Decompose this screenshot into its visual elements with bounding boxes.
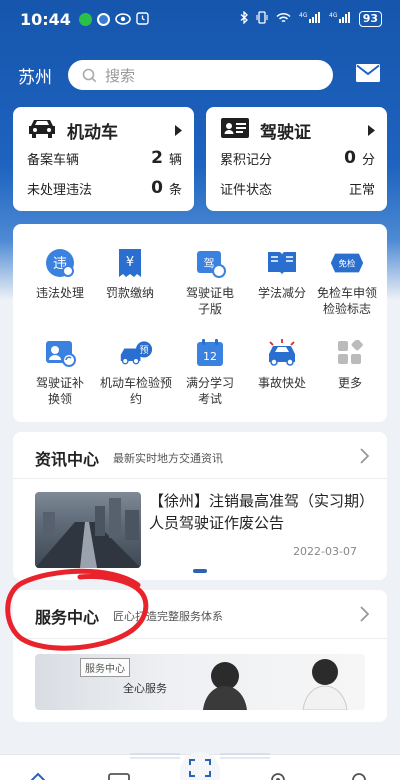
more-icon: [333, 336, 367, 370]
service-banner-text: 全心服务: [123, 682, 167, 695]
license-row-points: 累积记分 0 分: [220, 148, 375, 168]
service-violation[interactable]: 违 违法处理: [23, 246, 97, 301]
arrow-right-icon: [367, 121, 375, 140]
service-more[interactable]: 更多: [313, 336, 387, 391]
bluetooth-icon: [240, 10, 248, 27]
inspection-icon: 预: [119, 336, 153, 370]
vehicle-card-title: 机动车: [67, 122, 118, 143]
license-row-status: 证件状态 正常: [220, 182, 375, 198]
license-card-title: 驾驶证: [260, 122, 311, 143]
home-icon[interactable]: [28, 769, 48, 780]
service-license-renew[interactable]: 驾驶证补换领: [23, 336, 97, 407]
news-thumbnail[interactable]: [35, 492, 141, 568]
fine-icon: ¥: [113, 246, 147, 280]
accident-icon: [265, 336, 299, 370]
search-icon: [82, 68, 97, 82]
license-card[interactable]: 驾驶证 累积记分 0 分 证件状态 正常: [206, 107, 387, 211]
vehicle-row-violations: 未处理违法 0 条: [27, 178, 182, 198]
chevron-right-icon[interactable]: [360, 448, 370, 468]
service-inspection[interactable]: 预 机动车检验预约: [99, 336, 173, 407]
mail-icon[interactable]: [355, 63, 381, 87]
id-card-icon: [220, 117, 250, 143]
wechat-icon: [78, 12, 92, 26]
news-item-title[interactable]: 【徐州】注销最高准驾（实习期）人员驾驶证作废公告: [149, 490, 371, 534]
search-row: 苏州 搜索: [0, 58, 400, 92]
news-subtitle: 最新实时地方交通资讯: [113, 452, 224, 465]
e-license-icon: 驾: [193, 246, 227, 280]
city-selector[interactable]: 苏州: [18, 63, 60, 88]
service-center-title: 服务中心: [35, 608, 100, 627]
signal-icon-2: 4G: [329, 11, 351, 27]
app-notification-icon: [96, 12, 110, 26]
status-bar: 10:44 4G 4G 93: [0, 0, 400, 38]
svg-text:预: 预: [140, 345, 149, 356]
vehicle-row-registered: 备案车辆 2 辆: [27, 148, 182, 168]
status-time: 10:44: [20, 9, 71, 29]
service-banner-badge: 服务中心: [80, 658, 130, 677]
search-input[interactable]: 搜索: [68, 60, 333, 90]
list-icon[interactable]: [108, 769, 130, 780]
service-fine[interactable]: ¥ 罚款缴纳: [93, 246, 167, 301]
services-grid: 违 违法处理 ¥ 罚款缴纳 驾 驾驶证电子版 学法减分 免检 免检车申领检验标志…: [13, 224, 387, 422]
exempt-icon: 免检: [330, 246, 364, 280]
wifi-icon: [276, 12, 291, 27]
chevron-right-icon[interactable]: [360, 606, 370, 626]
arrow-right-icon: [174, 121, 182, 140]
car-icon: [27, 117, 57, 143]
news-item-date: 2022-03-07: [293, 545, 357, 558]
location-icon[interactable]: [270, 769, 286, 780]
book-icon: [265, 246, 299, 280]
svg-text:免检: 免检: [338, 258, 356, 269]
signal-icon-1: 4G: [299, 11, 321, 27]
eye-icon: [115, 10, 131, 29]
news-title: 资讯中心: [35, 450, 100, 469]
clock-icon: [136, 10, 149, 29]
battery-indicator: 93: [358, 11, 382, 27]
service-study[interactable]: 学法减分: [245, 246, 319, 301]
svg-text:¥: ¥: [126, 255, 134, 270]
status-right: 4G 4G 93: [240, 10, 382, 27]
service-accident[interactable]: 事故快处: [245, 336, 319, 391]
svg-text:4G: 4G: [329, 12, 338, 19]
svg-text:12: 12: [203, 350, 217, 363]
vibrate-icon: [256, 11, 268, 27]
news-card[interactable]: 资讯中心 最新实时地方交通资讯 【徐州】注销最高准驾（实习期）人员驾驶证作废公告…: [13, 432, 387, 580]
license-renew-icon: [43, 336, 77, 370]
divider: [13, 478, 387, 479]
violation-icon: 违: [43, 246, 77, 280]
carousel-indicator: [193, 569, 207, 573]
scan-icon: [189, 758, 211, 780]
search-placeholder: 搜索: [105, 66, 136, 85]
service-center-subtitle: 匠心打造完整服务体系: [113, 610, 224, 623]
profile-icon[interactable]: [350, 769, 368, 780]
calendar-icon: 12: [193, 336, 227, 370]
service-exempt[interactable]: 免检 免检车申领检验标志: [309, 246, 385, 317]
service-full-score-exam[interactable]: 12 满分学习考试: [173, 336, 247, 407]
notification-icons: [78, 10, 149, 29]
service-center-card[interactable]: 服务中心 匠心打造完整服务体系 服务中心 全心服务: [13, 590, 387, 722]
vehicle-card[interactable]: 机动车 备案车辆 2 辆 未处理违法 0 条: [13, 107, 194, 211]
divider: [13, 638, 387, 639]
service-e-license[interactable]: 驾 驾驶证电子版: [173, 246, 247, 317]
service-center-banner[interactable]: 服务中心 全心服务: [35, 654, 365, 710]
svg-text:4G: 4G: [299, 12, 308, 19]
